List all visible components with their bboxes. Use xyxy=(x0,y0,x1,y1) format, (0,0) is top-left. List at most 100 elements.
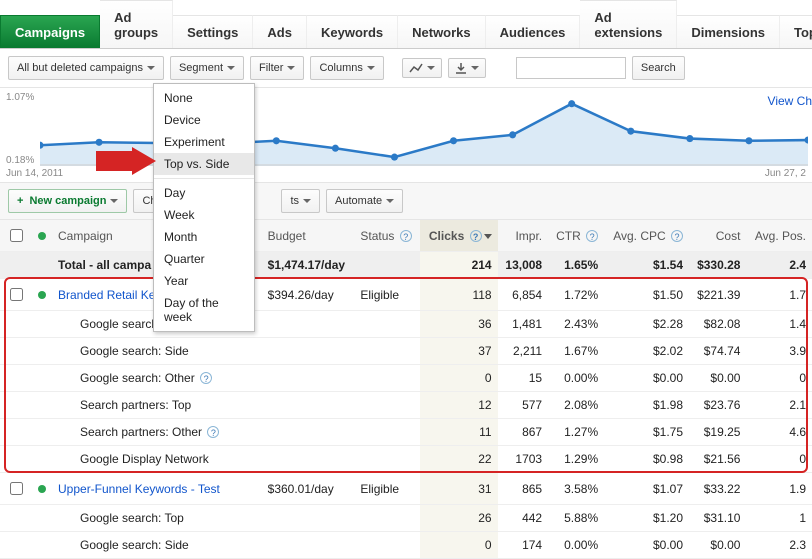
alerts-label: ts xyxy=(290,194,299,208)
search-button[interactable]: Search xyxy=(632,56,685,80)
campaign-name-cell[interactable]: Upper-Funnel Keywords - Test xyxy=(52,473,262,505)
filter-label: Filter xyxy=(259,61,283,75)
alerts-button[interactable]: ts xyxy=(281,189,320,213)
budget-cell xyxy=(262,338,355,365)
column-header-impr-[interactable]: Impr. xyxy=(498,220,549,252)
impr-cell: 174 xyxy=(498,532,549,559)
filter-dropdown-button[interactable]: Filter xyxy=(250,56,304,80)
segment-option-day-of-the-week[interactable]: Day of the week xyxy=(154,292,254,328)
help-icon[interactable]: ? xyxy=(200,372,212,384)
cost-cell: $31.10 xyxy=(689,505,746,532)
row-checkbox[interactable] xyxy=(10,288,23,301)
download-button[interactable] xyxy=(448,58,486,78)
impr-cell: 15 xyxy=(498,365,549,392)
cpc-cell: $2.02 xyxy=(604,338,689,365)
chevron-down-icon xyxy=(287,66,295,70)
segment-option-month[interactable]: Month xyxy=(154,226,254,248)
tab-audiences[interactable]: Audiences xyxy=(486,15,581,48)
toolbar: All but deleted campaigns Segment Filter… xyxy=(0,49,812,88)
cost-cell: $0.00 xyxy=(689,532,746,559)
impr-cell: 865 xyxy=(498,473,549,505)
main-tabs: CampaignsAd groupsSettingsAdsKeywordsNet… xyxy=(0,0,812,49)
chart-toggle-button[interactable] xyxy=(402,58,442,78)
checkbox-cell xyxy=(0,446,32,473)
x-axis-right-label: Jun 27, 2 xyxy=(765,168,806,179)
select-all-checkbox[interactable] xyxy=(10,229,23,242)
pos-cell: 2.1 xyxy=(746,392,812,419)
chevron-down-icon xyxy=(367,66,375,70)
column-header-status[interactable]: Status ? xyxy=(354,220,420,252)
ctr-cell: 2.43% xyxy=(548,311,604,338)
pos-cell: 1.9 xyxy=(746,473,812,505)
column-header-avg-pos-[interactable]: Avg. Pos. xyxy=(746,220,812,252)
segment-option-day[interactable]: Day xyxy=(154,182,254,204)
tab-keywords[interactable]: Keywords xyxy=(307,15,398,48)
row-checkbox[interactable] xyxy=(10,482,23,495)
column-header-budget[interactable]: Budget xyxy=(262,220,355,252)
cost-cell: $221.39 xyxy=(689,279,746,311)
column-header-ctr[interactable]: CTR ? xyxy=(548,220,604,252)
x-axis-left-label: Jun 14, 2011 xyxy=(6,168,63,179)
columns-dropdown-button[interactable]: Columns xyxy=(310,56,383,80)
help-icon[interactable]: ? xyxy=(400,230,412,242)
cpc-cell: $1.98 xyxy=(604,392,689,419)
status-cell: Eligible xyxy=(354,279,420,311)
segment-option-device[interactable]: Device xyxy=(154,109,254,131)
checkbox-cell xyxy=(0,252,32,279)
cpc-cell: $2.28 xyxy=(604,311,689,338)
tab-topics[interactable]: Topics xyxy=(780,15,812,48)
clicks-cell: 0 xyxy=(420,532,497,559)
column-header-cost[interactable]: Cost xyxy=(689,220,746,252)
column-header-avg-cpc[interactable]: Avg. CPC ? xyxy=(604,220,689,252)
help-icon[interactable]: ? xyxy=(586,230,598,242)
tab-ads[interactable]: Ads xyxy=(253,15,307,48)
cpc-cell: $1.54 xyxy=(604,252,689,279)
tab-ad-groups[interactable]: Ad groups xyxy=(100,0,173,48)
status-dot-cell xyxy=(32,473,52,505)
tab-networks[interactable]: Networks xyxy=(398,15,486,48)
clicks-cell: 31 xyxy=(420,473,497,505)
segment-option-year[interactable]: Year xyxy=(154,270,254,292)
segment-option-experiment[interactable]: Experiment xyxy=(154,131,254,153)
campaign-link[interactable]: Upper-Funnel Keywords - Test xyxy=(58,482,220,496)
automate-button[interactable]: Automate xyxy=(326,189,403,213)
table-segment-row: Google Display Network2217031.29%$0.98$2… xyxy=(0,446,812,473)
new-campaign-button[interactable]: + New campaign xyxy=(8,189,127,213)
status-dot-icon xyxy=(38,291,46,299)
chevron-down-icon xyxy=(147,66,155,70)
tab-settings[interactable]: Settings xyxy=(173,15,253,48)
segment-option-none[interactable]: None xyxy=(154,87,254,109)
segment-option-quarter[interactable]: Quarter xyxy=(154,248,254,270)
clicks-cell: 22 xyxy=(420,446,497,473)
tab-campaigns[interactable]: Campaigns xyxy=(0,15,100,48)
impr-cell: 2,211 xyxy=(498,338,549,365)
column-header-clicks[interactable]: Clicks ? xyxy=(420,220,497,252)
table-segment-row: Google search: Side01740.00%$0.00$0.002.… xyxy=(0,532,812,559)
segment-dropdown-button[interactable]: Segment xyxy=(170,56,244,80)
clicks-cell: 37 xyxy=(420,338,497,365)
status-cell xyxy=(354,311,420,338)
tab-dimensions[interactable]: Dimensions xyxy=(677,15,780,48)
tab-ad-extensions[interactable]: Ad extensions xyxy=(580,0,677,48)
cost-cell: $74.74 xyxy=(689,338,746,365)
help-icon[interactable]: ? xyxy=(671,230,683,242)
chevron-down-icon xyxy=(471,66,479,70)
status-dot-icon xyxy=(38,485,46,493)
status-cell xyxy=(354,392,420,419)
campaign-scope-dropdown[interactable]: All but deleted campaigns xyxy=(8,56,164,80)
pos-cell: 0 xyxy=(746,365,812,392)
help-icon[interactable]: ? xyxy=(470,230,482,242)
segment-option-top-vs-side[interactable]: Top vs. Side xyxy=(154,153,254,175)
status-dot-cell xyxy=(32,279,52,311)
pos-cell: 1.7 xyxy=(746,279,812,311)
checkbox-cell xyxy=(0,419,32,446)
search-input[interactable] xyxy=(516,57,626,79)
clicks-cell: 36 xyxy=(420,311,497,338)
ctr-cell: 0.00% xyxy=(548,532,604,559)
chevron-down-icon xyxy=(227,66,235,70)
impr-cell: 1703 xyxy=(498,446,549,473)
pos-cell: 0 xyxy=(746,446,812,473)
impr-cell: 442 xyxy=(498,505,549,532)
segment-option-week[interactable]: Week xyxy=(154,204,254,226)
help-icon[interactable]: ? xyxy=(207,426,219,438)
